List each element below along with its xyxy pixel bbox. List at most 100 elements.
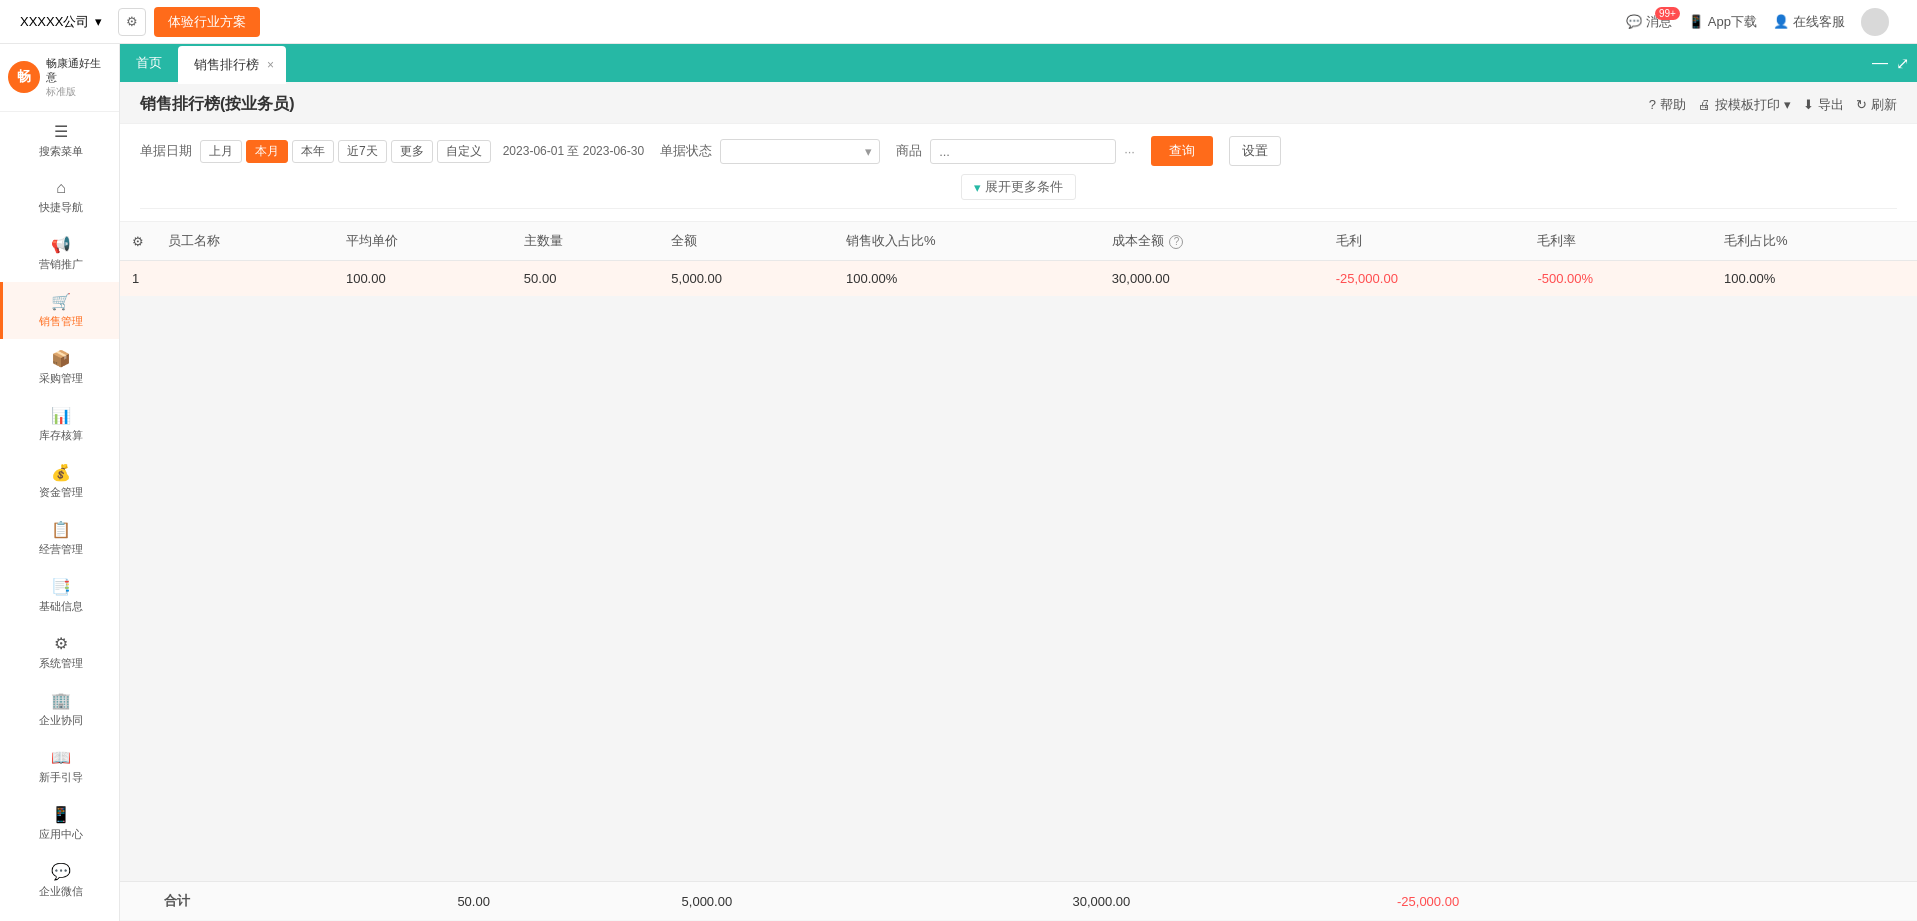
sidebar-item-operations[interactable]: 📋 经营管理 <box>0 510 119 567</box>
cost-info-icon[interactable]: ? <box>1169 235 1183 249</box>
sidebar-item-finance[interactable]: 💰 资金管理 <box>0 453 119 510</box>
avatar[interactable] <box>1861 8 1889 36</box>
help-icon: ? <box>1649 97 1656 112</box>
sidebar-item-system[interactable]: ⚙ 系统管理 <box>0 624 119 681</box>
goods-input[interactable] <box>930 139 1116 164</box>
sidebar-item-marketing[interactable]: 📢 营销推广 <box>0 225 119 282</box>
sidebar-item-enterprise[interactable]: 🏢 企业协同 <box>0 681 119 738</box>
date-tag-this-year[interactable]: 本年 <box>292 140 334 163</box>
th-employee-name: 员工名称 <box>156 222 334 261</box>
cell-avg-price: 100.00 <box>334 261 512 297</box>
download-icon: 📱 <box>1688 14 1704 29</box>
sidebar-item-nav[interactable]: ⌂ 快捷导航 <box>0 169 119 225</box>
sidebar-item-label: 企业协同 <box>39 713 83 728</box>
sidebar-item-search[interactable]: ☰ 搜索菜单 <box>0 112 119 169</box>
chevron-down-icon: ▾ <box>95 14 102 29</box>
close-icon[interactable]: × <box>267 58 274 72</box>
print-button[interactable]: 🖨 按模板打印 ▾ <box>1698 96 1791 114</box>
cell-index: 1 <box>120 261 156 297</box>
tab-expand-button[interactable]: ⤢ <box>1896 54 1909 73</box>
sidebar-item-label: 企业微信 <box>39 884 83 899</box>
settings-filter-button[interactable]: 设置 <box>1229 136 1281 166</box>
date-tag-this-month[interactable]: 本月 <box>246 140 288 163</box>
app-download-label: App下载 <box>1708 13 1757 31</box>
refresh-button[interactable]: ↻ 刷新 <box>1856 96 1897 114</box>
online-service-item[interactable]: 👤 在线客服 <box>1773 13 1845 31</box>
cell-sales-pct: 100.00% <box>834 261 1100 297</box>
goods-filter-group: 商品 ··· <box>896 139 1135 164</box>
total-row: 合计 50.00 5,000.00 30,000.00 -25,000.00 <box>120 882 1917 921</box>
tab-sales-ranking[interactable]: 销售排行榜 × <box>178 46 286 84</box>
tab-home-label: 首页 <box>136 54 162 72</box>
inventory-icon: 📊 <box>51 406 71 425</box>
logo-text: 畅康通好生意 <box>46 56 111 85</box>
date-tag-last-month[interactable]: 上月 <box>200 140 242 163</box>
print-chevron-icon: ▾ <box>1784 97 1791 112</box>
total-qty: 50.00 <box>445 882 669 921</box>
sidebar-item-label: 资金管理 <box>39 485 83 500</box>
sidebar-item-guide[interactable]: 📖 新手引导 <box>0 738 119 795</box>
system-icon: ⚙ <box>54 634 68 653</box>
status-select-wrapper: ▾ <box>720 139 880 164</box>
table-container: ⚙ 员工名称 平均单价 主数量 全额 销售收入占比% 成本全额 ? <box>120 222 1917 297</box>
home-icon: ⌂ <box>56 179 66 197</box>
sidebar-item-label: 经营管理 <box>39 542 83 557</box>
sidebar-item-purchase[interactable]: 📦 采购管理 <box>0 339 119 396</box>
search-icon: ☰ <box>54 122 68 141</box>
th-qty: 主数量 <box>512 222 659 261</box>
enterprise-icon: 🏢 <box>51 691 71 710</box>
table-header: ⚙ 员工名称 平均单价 主数量 全额 销售收入占比% 成本全额 ? <box>120 222 1917 261</box>
date-tag-7days[interactable]: 近7天 <box>338 140 387 163</box>
sidebar-item-basic[interactable]: 📑 基础信息 <box>0 567 119 624</box>
cell-employee-name <box>156 261 334 297</box>
message-badge: 99+ <box>1655 7 1680 20</box>
tab-home[interactable]: 首页 <box>120 44 178 82</box>
export-button[interactable]: ⬇ 导出 <box>1803 96 1844 114</box>
logo-icon: 畅 <box>8 61 40 93</box>
th-profit-pct: 毛利占比% <box>1712 222 1917 261</box>
tab-bar: 首页 销售排行榜 × — ⤢ <box>120 44 1917 82</box>
date-tag-more[interactable]: 更多 <box>391 140 433 163</box>
sidebar-item-apps[interactable]: 📱 应用中心 <box>0 795 119 852</box>
date-tag-custom[interactable]: 自定义 <box>437 140 491 163</box>
date-range: 2023-06-01 至 2023-06-30 <box>503 143 644 160</box>
th-settings[interactable]: ⚙ <box>120 222 156 261</box>
header-right: 💬 消息 99+ 📱 App下载 👤 在线客服 <box>1626 8 1905 36</box>
filter-area: 单据日期 上月 本月 本年 近7天 更多 自定义 2023-06-01 至 20… <box>120 124 1917 222</box>
expand-conditions-button[interactable]: ▾ 展开更多条件 <box>961 174 1076 200</box>
sidebar-logo: 畅 畅康通好生意 标准版 <box>0 44 119 112</box>
more-fields-button[interactable]: ··· <box>1124 144 1135 159</box>
th-cost: 成本全额 ? <box>1100 222 1324 261</box>
tab-bar-right: — ⤢ <box>1872 54 1917 73</box>
page-actions: ? 帮助 🖨 按模板打印 ▾ ⬇ 导出 ↻ 刷新 <box>1649 96 1897 114</box>
service-icon: 👤 <box>1773 14 1789 29</box>
main-content: 首页 销售排行榜 × — ⤢ 销售排行榜(按业务员) ? 帮助 <box>120 44 1917 921</box>
message-item[interactable]: 💬 消息 99+ <box>1626 13 1672 31</box>
sidebar-item-inventory[interactable]: 📊 库存核算 <box>0 396 119 453</box>
total-section: 合计 50.00 5,000.00 30,000.00 -25,000.00 <box>120 881 1917 921</box>
sidebar-item-label: 应用中心 <box>39 827 83 842</box>
data-table: ⚙ 员工名称 平均单价 主数量 全额 销售收入占比% 成本全额 ? <box>120 222 1917 297</box>
company-selector[interactable]: XXXXX公司 ▾ <box>12 9 110 35</box>
total-avg-price <box>350 882 445 921</box>
finance-icon: 💰 <box>51 463 71 482</box>
help-button[interactable]: ? 帮助 <box>1649 96 1686 114</box>
status-select[interactable] <box>720 139 880 164</box>
apps-icon: 📱 <box>51 805 71 824</box>
purchase-icon: 📦 <box>51 349 71 368</box>
try-industry-button[interactable]: 体验行业方案 <box>154 7 260 37</box>
sidebar-item-wechat[interactable]: 💬 企业微信 <box>0 852 119 909</box>
app-body: 畅 畅康通好生意 标准版 ☰ 搜索菜单 ⌂ 快捷导航 📢 营销推广 🛒 销售管理… <box>0 44 1917 921</box>
query-button[interactable]: 查询 <box>1151 136 1213 166</box>
sidebar-item-vip[interactable]: V 畅会员 <box>0 909 119 921</box>
date-filter-group: 单据日期 上月 本月 本年 近7天 更多 自定义 2023-06-01 至 20… <box>140 140 644 163</box>
sidebar-item-sales[interactable]: 🛒 销售管理 <box>0 282 119 339</box>
app-download-item[interactable]: 📱 App下载 <box>1688 13 1757 31</box>
top-header: XXXXX公司 ▾ ⚙ 体验行业方案 💬 消息 99+ 📱 App下载 👤 在线… <box>0 0 1917 44</box>
gear-button[interactable]: ⚙ <box>118 8 146 36</box>
expand-arrow-icon: ▾ <box>974 180 981 195</box>
date-filter-label: 单据日期 <box>140 142 192 160</box>
sidebar-item-label: 搜索菜单 <box>39 144 83 159</box>
tab-minimize-button[interactable]: — <box>1872 54 1888 73</box>
table-section: ⚙ 员工名称 平均单价 主数量 全额 销售收入占比% 成本全额 ? <box>120 222 1917 881</box>
